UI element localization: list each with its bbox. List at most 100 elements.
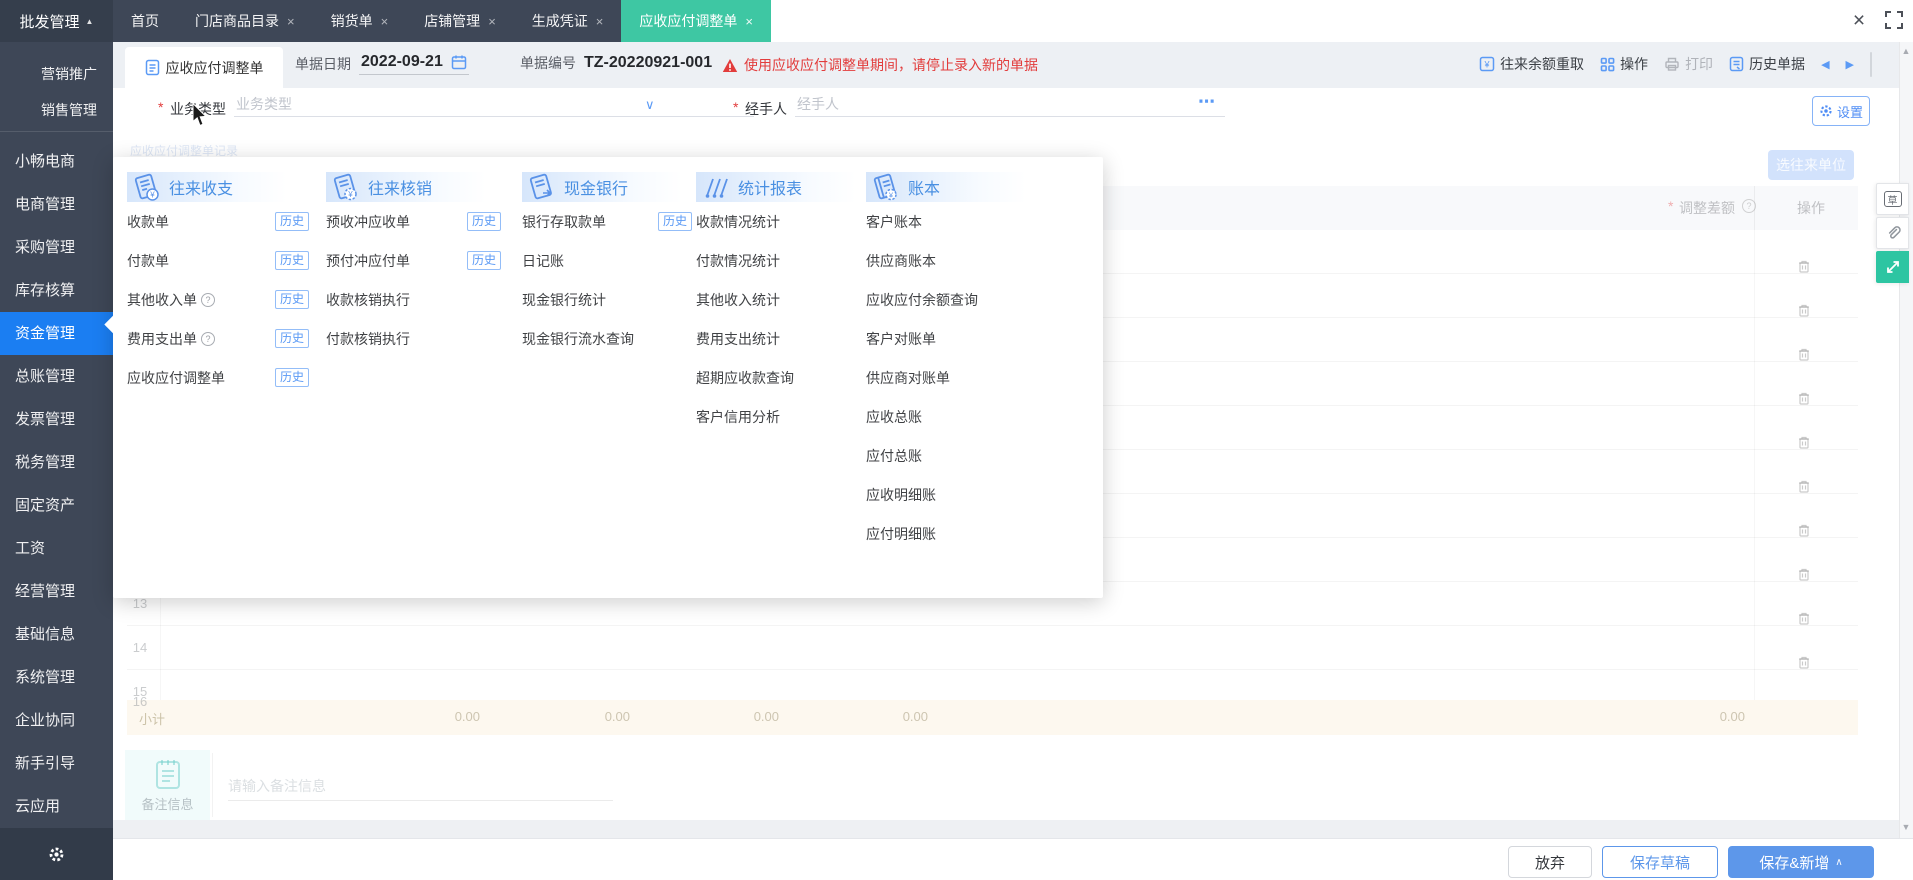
document-tab[interactable]: 应收应付调整单	[125, 47, 283, 88]
history-badge[interactable]: 历史	[466, 212, 501, 231]
tab-close-icon[interactable]: ×	[488, 14, 496, 29]
tab-shop-mgmt[interactable]: 店铺管理 ×	[406, 0, 514, 42]
sidebar-item-general-ledger[interactable]: 总账管理	[0, 355, 113, 398]
discard-button[interactable]: 放弃	[1508, 846, 1592, 878]
menu-item-supplier-ledger[interactable]: 供应商账本	[866, 241, 1086, 280]
menu-item-customer-ledger[interactable]: 客户账本	[866, 202, 1086, 241]
menu-item-receipt-writeoff[interactable]: 收款核销执行	[326, 280, 501, 319]
next-doc-icon[interactable]: ▶	[1846, 58, 1854, 71]
history-badge[interactable]: 历史	[466, 251, 501, 270]
sidebar-item-beginner-guide[interactable]: 新手引导	[0, 742, 113, 785]
menu-item-other-income[interactable]: 其他收入单 ? 历史	[127, 280, 309, 319]
list-view-toggle[interactable]	[1871, 53, 1872, 76]
menu-item-supplier-statement[interactable]: 供应商对账单	[866, 358, 1086, 397]
sidebar-item-operations[interactable]: 经营管理	[0, 570, 113, 613]
expand-button[interactable]	[1876, 251, 1909, 283]
date-picker[interactable]: 2022-09-21	[359, 53, 469, 75]
menu-item-expense[interactable]: 费用支出单 ? 历史	[127, 319, 309, 358]
tab-close-icon[interactable]: ×	[287, 14, 295, 29]
menu-item-ap-detail-ledger[interactable]: 应付明细账	[866, 514, 1086, 553]
window-close-icon[interactable]: ×	[1845, 6, 1873, 36]
scroll-up-icon[interactable]: ▲	[1899, 46, 1913, 56]
sidebar-item-base-info[interactable]: 基础信息	[0, 613, 113, 656]
module-title: 批发管理	[19, 13, 80, 31]
menu-item-advance-receipt-offset[interactable]: 预收冲应收单 历史	[326, 202, 501, 241]
date-value: 2022-09-21	[361, 53, 443, 70]
menu-item-overdue-receivable[interactable]: 超期应收款查询	[696, 358, 856, 397]
save-and-new-button[interactable]: 保存&新增 ∧	[1728, 846, 1874, 878]
draft-note-button[interactable]: 草	[1876, 183, 1909, 215]
sidebar-item-funds[interactable]: 资金管理	[0, 312, 113, 355]
sidebar-item-sales[interactable]: 销售管理	[0, 92, 113, 128]
sidebar-item-ecom-mgmt[interactable]: 电商管理	[0, 183, 113, 226]
menu-item-customer-statement[interactable]: 客户对账单	[866, 319, 1086, 358]
history-docs-button[interactable]: 历史单据	[1729, 54, 1805, 74]
tab-close-icon[interactable]: ×	[381, 14, 389, 29]
save-draft-button[interactable]: 保存草稿	[1602, 846, 1718, 878]
operations-button[interactable]: 操作	[1600, 54, 1648, 74]
menu-item-credit-analysis[interactable]: 客户信用分析	[696, 397, 856, 436]
menu-item-advance-payment-offset[interactable]: 预付冲应付单 历史	[326, 241, 501, 280]
sidebar-item-system[interactable]: 系统管理	[0, 656, 113, 699]
history-badge[interactable]: 历史	[274, 368, 309, 387]
tab-voucher[interactable]: 生成凭证 ×	[514, 0, 622, 42]
sidebar-item-collaboration[interactable]: 企业协同	[0, 699, 113, 742]
menu-item-other-income-stats[interactable]: 其他收入统计	[696, 280, 856, 319]
menu-item-ap-general-ledger[interactable]: 应付总账	[866, 436, 1086, 475]
doc-number-value: TZ-20220921-001	[584, 54, 713, 71]
tab-close-icon[interactable]: ×	[745, 14, 753, 29]
sidebar-item-tax[interactable]: 税务管理	[0, 441, 113, 484]
menu-item-receipt-stats[interactable]: 收款情况统计	[696, 202, 856, 241]
biz-type-input[interactable]	[234, 92, 754, 117]
menu-item-payment-stats[interactable]: 付款情况统计	[696, 241, 856, 280]
tab-close-icon[interactable]: ×	[596, 14, 604, 29]
menu-item-cash-bank-stats[interactable]: 现金银行统计	[522, 280, 692, 319]
attachment-button[interactable]	[1876, 217, 1909, 249]
print-button[interactable]: 打印	[1664, 54, 1713, 74]
sidebar-item-inventory[interactable]: 库存核算	[0, 269, 113, 312]
history-badge[interactable]: 历史	[274, 212, 309, 231]
menu-item-bank-deposit[interactable]: 银行存取款单 历史	[522, 202, 692, 241]
sidebar-item-xiaochang-ecom[interactable]: 小畅电商	[0, 140, 113, 183]
tab-store-catalog[interactable]: 门店商品目录 ×	[177, 0, 313, 42]
scrollbar[interactable]	[1899, 42, 1913, 838]
sidebar-item-purchase[interactable]: 采购管理	[0, 226, 113, 269]
refetch-balance-button[interactable]: ¥ 往来余额重取	[1479, 54, 1584, 74]
sidebar-item-fixed-assets[interactable]: 固定资产	[0, 484, 113, 527]
tab-ar-ap-adjust[interactable]: 应收应付调整单 ×	[621, 0, 771, 42]
menu-item-ar-general-ledger[interactable]: 应收总账	[866, 397, 1086, 436]
history-badge[interactable]: 历史	[274, 290, 309, 309]
handler-input[interactable]	[795, 92, 1225, 117]
tab-home[interactable]: 首页	[113, 0, 177, 42]
menu-item-ar-ap-balance[interactable]: 应收应付余额查询	[866, 280, 1086, 319]
window-fullscreen-icon[interactable]	[1884, 10, 1904, 33]
history-badge[interactable]: 历史	[274, 251, 309, 270]
history-badge[interactable]: 历史	[274, 329, 309, 348]
chevron-down-icon[interactable]: ∨	[645, 97, 655, 113]
history-badge[interactable]: 历史	[657, 212, 692, 231]
sidebar-settings-button[interactable]	[0, 828, 113, 880]
settings-button[interactable]: 设置	[1812, 96, 1870, 126]
help-icon[interactable]: ?	[201, 331, 215, 346]
handler-lookup-icon[interactable]: ⋯	[1198, 92, 1216, 112]
menu-item-expense-stats[interactable]: 费用支出统计	[696, 319, 856, 358]
menu-item-label: 付款情况统计	[696, 252, 780, 269]
menu-item-journal[interactable]: 日记账	[522, 241, 692, 280]
menu-item-cash-bank-flow[interactable]: 现金银行流水查询	[522, 319, 692, 358]
sidebar-item-invoice[interactable]: 发票管理	[0, 398, 113, 441]
scroll-down-icon[interactable]: ▼	[1899, 822, 1913, 832]
help-icon[interactable]: ?	[201, 292, 215, 307]
menu-item-payment-writeoff[interactable]: 付款核销执行	[326, 319, 501, 358]
sidebar-item-payroll[interactable]: 工资	[0, 527, 113, 570]
operations-label: 操作	[1620, 56, 1649, 72]
module-switcher[interactable]: 批发管理 ▲	[0, 0, 113, 42]
menu-item-ar-ap-adjust[interactable]: 应收应付调整单 历史	[127, 358, 309, 397]
sidebar-item-cloud-apps[interactable]: 云应用	[0, 785, 113, 828]
menu-item-payment[interactable]: 付款单 历史	[127, 241, 309, 280]
prev-doc-icon[interactable]: ◀	[1821, 58, 1829, 71]
tab-sales-order[interactable]: 销货单 ×	[313, 0, 407, 42]
sidebar-item-marketing[interactable]: 营销推广	[0, 56, 113, 92]
menu-item-label: 日记账	[522, 252, 564, 269]
menu-item-receipt[interactable]: 收款单 历史	[127, 202, 309, 241]
menu-item-ar-detail-ledger[interactable]: 应收明细账	[866, 475, 1086, 514]
